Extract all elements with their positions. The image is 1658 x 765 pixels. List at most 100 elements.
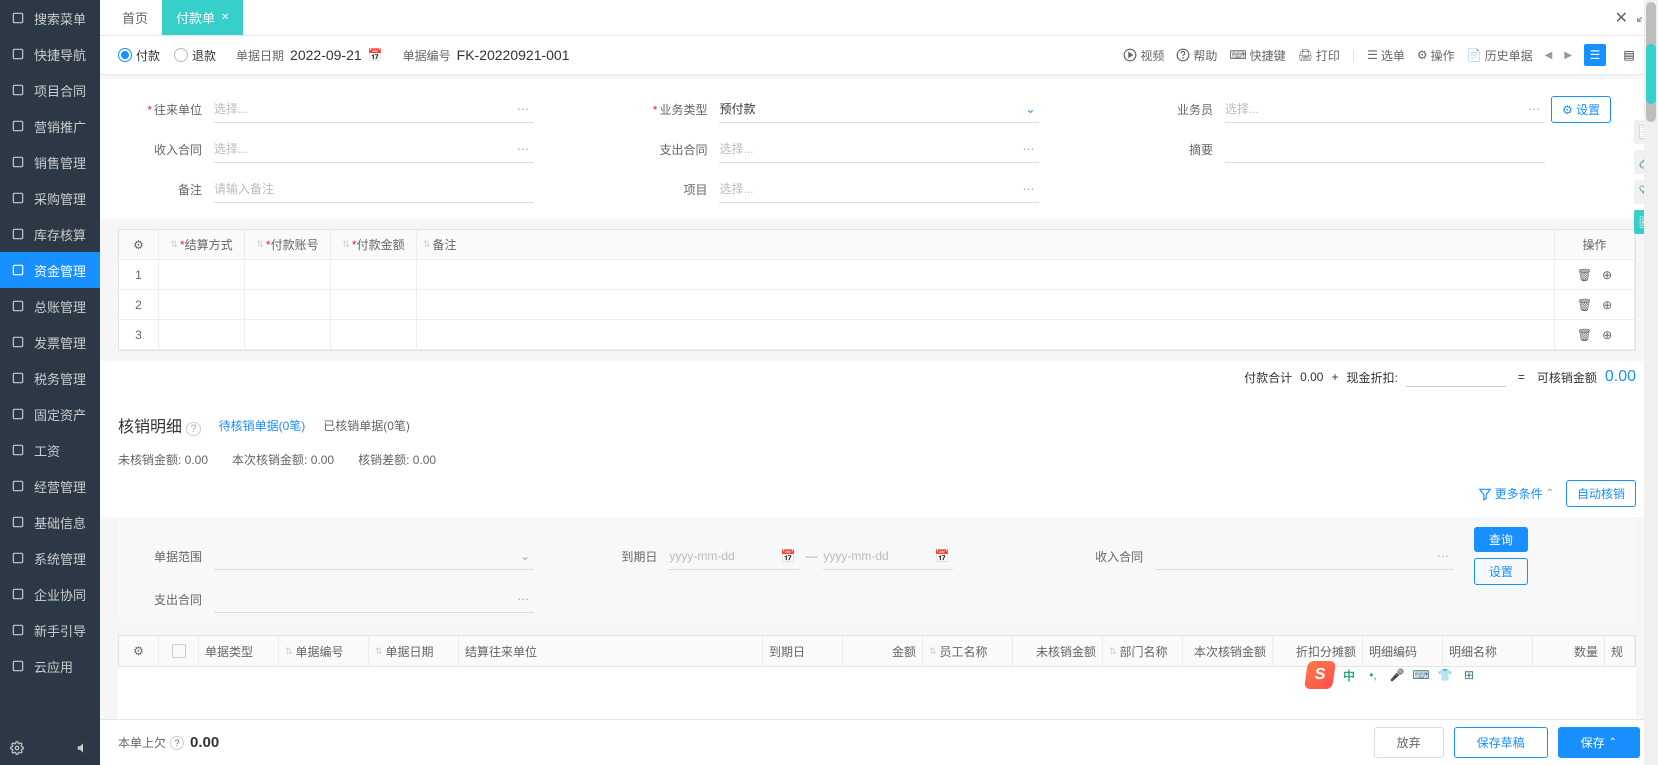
cell-account[interactable] xyxy=(245,320,331,349)
due-start-input[interactable]: yyyy-mm-dd📅 xyxy=(669,542,799,570)
col2-this[interactable]: 本次核销金额 xyxy=(1183,636,1273,666)
sidebar-item-2[interactable]: 项目合同 xyxy=(0,72,100,108)
sidebar-item-0[interactable]: 搜索菜单 xyxy=(0,0,100,36)
cell-remark[interactable] xyxy=(417,260,1555,289)
col2-date[interactable]: ⇅单据日期 xyxy=(369,636,459,666)
col-remark[interactable]: ⇅备注 xyxy=(417,230,1555,259)
chevron-down-icon[interactable]: ⌄ xyxy=(520,549,530,563)
copy-icon[interactable]: ⊕ xyxy=(1602,268,1612,282)
sidebar-item-4[interactable]: 销售管理 xyxy=(0,144,100,180)
query-button[interactable]: 查询 xyxy=(1474,527,1528,552)
info-icon[interactable]: ? xyxy=(170,736,184,750)
chevron-down-icon[interactable]: ⌄ xyxy=(1025,102,1035,116)
ime-grid-icon[interactable]: ⊞ xyxy=(1460,666,1478,684)
sidebar-item-16[interactable]: 企业协同 xyxy=(0,576,100,612)
action-operate[interactable]: ⚙操作 xyxy=(1417,47,1455,64)
radio-pay[interactable]: 付款 xyxy=(118,47,160,64)
tab-done[interactable]: 已核销单据(0笔) xyxy=(323,417,410,434)
due-end-input[interactable]: yyyy-mm-dd📅 xyxy=(823,542,953,570)
sidebar-item-15[interactable]: 系统管理 xyxy=(0,540,100,576)
cell-account[interactable] xyxy=(245,260,331,289)
partner-input[interactable]: 选择...⋯ xyxy=(214,95,534,123)
col2-spec[interactable]: 规 xyxy=(1605,636,1635,666)
more-icon[interactable]: ⋯ xyxy=(517,142,530,156)
col-method[interactable]: ⇅*结算方式 xyxy=(159,230,245,259)
copy-icon[interactable]: ⊕ xyxy=(1602,328,1612,342)
table-row[interactable]: 3🗑⊕ xyxy=(119,320,1635,350)
ime-skin-icon[interactable]: 👕 xyxy=(1436,666,1454,684)
tab-pending[interactable]: 待核销单据(0笔) xyxy=(219,417,306,434)
sidebar-item-12[interactable]: 工资 xyxy=(0,432,100,468)
action-history[interactable]: 📄历史单据 xyxy=(1467,47,1533,64)
biztype-select[interactable]: 预付款⌄ xyxy=(719,95,1039,123)
sidebar-item-14[interactable]: 基础信息 xyxy=(0,504,100,540)
ime-zh-icon[interactable]: 中 xyxy=(1340,666,1358,684)
sidebar-item-6[interactable]: 库存核算 xyxy=(0,216,100,252)
col2-partner[interactable]: 结算往来单位 xyxy=(459,636,763,666)
view-grid-icon[interactable]: ▤ xyxy=(1618,44,1640,66)
action-help[interactable]: 帮助 xyxy=(1176,47,1217,64)
next-icon[interactable]: ▶ xyxy=(1564,50,1572,61)
more-icon[interactable]: ⋯ xyxy=(1437,549,1450,563)
sidebar-item-13[interactable]: 经营管理 xyxy=(0,468,100,504)
sidebar-item-5[interactable]: 采购管理 xyxy=(0,180,100,216)
volume-icon[interactable] xyxy=(76,741,90,759)
ime-keyboard-icon[interactable]: ⌨ xyxy=(1412,666,1430,684)
more-filter-link[interactable]: 更多条件⌃ xyxy=(1478,480,1554,507)
save-draft-button[interactable]: 保存草稿 xyxy=(1454,727,1548,758)
delete-icon[interactable]: 🗑 xyxy=(1577,328,1592,342)
more-icon[interactable]: ⋯ xyxy=(1022,142,1035,156)
ime-mic-icon[interactable]: 🎤 xyxy=(1388,666,1406,684)
cell-remark[interactable] xyxy=(417,320,1555,349)
expend-contract-input[interactable]: 选择...⋯ xyxy=(719,135,1039,163)
radio-refund[interactable]: 退款 xyxy=(174,47,216,64)
more-icon[interactable]: ⋯ xyxy=(1528,102,1541,116)
settings-button[interactable]: ⚙ 设置 xyxy=(1551,96,1611,123)
close-panel-icon[interactable]: ✕ xyxy=(1615,8,1628,28)
col2-qty[interactable]: 数量 xyxy=(1533,636,1605,666)
action-print[interactable]: 🖨打印 xyxy=(1298,47,1340,64)
col2-unverified[interactable]: 未核销金额 xyxy=(1013,636,1103,666)
sidebar-item-18[interactable]: 云应用 xyxy=(0,648,100,684)
date-value[interactable]: 2022-09-21 xyxy=(290,47,362,63)
more-icon[interactable]: ⋯ xyxy=(1022,182,1035,196)
more-icon[interactable]: ⋯ xyxy=(517,102,530,116)
discard-button[interactable]: 放弃 xyxy=(1374,727,1444,758)
col-account[interactable]: ⇅*付款账号 xyxy=(245,230,331,259)
sidebar-item-10[interactable]: 税务管理 xyxy=(0,360,100,396)
sidebar-item-8[interactable]: 总账管理 xyxy=(0,288,100,324)
gear-icon[interactable] xyxy=(10,741,24,759)
table-row[interactable]: 1🗑⊕ xyxy=(119,260,1635,290)
sidebar-item-9[interactable]: 发票管理 xyxy=(0,324,100,360)
col2-due[interactable]: 到期日 xyxy=(763,636,843,666)
grid2-gear-icon[interactable]: ⚙ xyxy=(119,636,159,666)
action-video[interactable]: 视频 xyxy=(1123,47,1164,64)
action-select[interactable]: ☰选单 xyxy=(1367,47,1405,64)
tab-home[interactable]: 首页 xyxy=(108,0,162,35)
calendar-icon[interactable]: 📅 xyxy=(368,48,383,62)
settings2-button[interactable]: 设置 xyxy=(1474,558,1528,585)
info-icon[interactable]: ? xyxy=(186,422,200,436)
ime-punct-icon[interactable]: •, xyxy=(1364,666,1382,684)
col2-type[interactable]: 单据类型 xyxy=(199,636,279,666)
cell-remark[interactable] xyxy=(417,290,1555,319)
table-row[interactable]: 2🗑⊕ xyxy=(119,290,1635,320)
cell-method[interactable] xyxy=(159,290,245,319)
copy-icon[interactable]: ⊕ xyxy=(1602,298,1612,312)
grid-gear-icon[interactable]: ⚙ xyxy=(119,230,159,259)
save-button[interactable]: 保存⌃ xyxy=(1558,727,1640,758)
col-amount[interactable]: ⇅*付款金额 xyxy=(331,230,417,259)
income2-input[interactable]: ⋯ xyxy=(1155,542,1454,570)
discount-input[interactable] xyxy=(1406,367,1506,387)
sogou-logo-icon[interactable]: S xyxy=(1304,661,1336,689)
calendar-icon[interactable]: 📅 xyxy=(934,549,949,563)
remark-input[interactable]: 请输入备注 xyxy=(214,175,534,203)
calendar-icon[interactable]: 📅 xyxy=(780,549,795,563)
delete-icon[interactable]: 🗑 xyxy=(1577,298,1592,312)
delete-icon[interactable]: 🗑 xyxy=(1577,268,1592,282)
sidebar-item-17[interactable]: 新手引导 xyxy=(0,612,100,648)
scroll-thumb-accent[interactable] xyxy=(1646,44,1656,104)
cell-amount[interactable] xyxy=(331,290,417,319)
expend2-input[interactable]: ⋯ xyxy=(214,585,534,613)
col2-emp[interactable]: ⇅员工名称 xyxy=(923,636,1013,666)
